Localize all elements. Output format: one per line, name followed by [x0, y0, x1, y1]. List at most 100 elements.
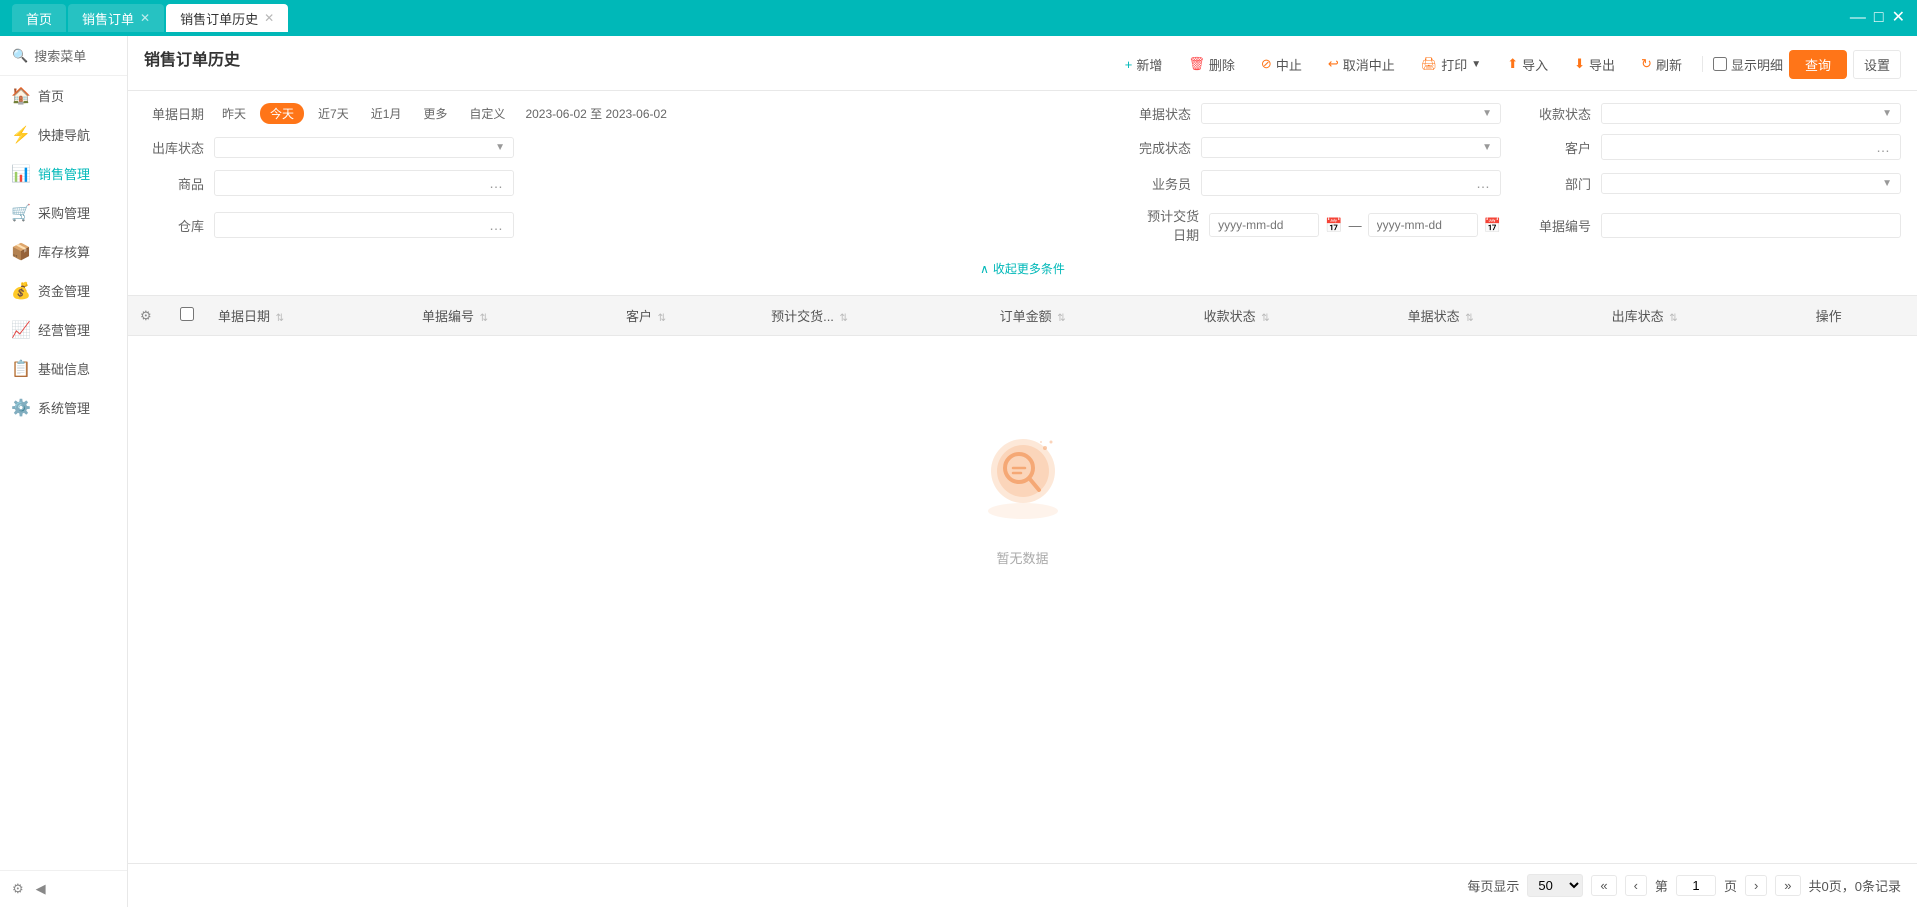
chevron-down-out-icon: ▼ [495, 142, 505, 153]
refresh-button[interactable]: ↻ 刷新 [1631, 51, 1692, 78]
page-size-select[interactable]: 50 10 20 100 [1527, 874, 1583, 897]
sidebar-item-home[interactable]: 🏠 首页 [0, 76, 127, 115]
filter-row-2: 出库状态 ▼ 完成状态 ▼ 客户 … [144, 134, 1901, 160]
expected-date-from[interactable] [1209, 213, 1319, 237]
close-window-button[interactable]: ✕ [1892, 10, 1905, 26]
import-icon: ⬆ [1507, 56, 1518, 72]
expected-date-input: 📅 — 📅 [1209, 213, 1501, 237]
stop-button[interactable]: ⊘ 中止 [1251, 51, 1312, 78]
sidebar-item-operations[interactable]: 📈 经营管理 [0, 310, 127, 349]
query-button[interactable]: 查询 [1789, 50, 1847, 79]
sidebar-item-basic-info[interactable]: 📋 基础信息 [0, 349, 127, 388]
cancel-stop-icon: ↩ [1328, 56, 1339, 72]
dots-icon: … [1876, 139, 1892, 155]
filter-row-1: 单据日期 昨天 今天 近7天 近1月 更多 自定义 2023-06-02 至 2… [144, 103, 1901, 124]
sidebar-item-finance[interactable]: 💰 资金管理 [0, 271, 127, 310]
expected-date-to[interactable] [1368, 213, 1478, 237]
sort-doc-icon[interactable]: ⇅ [1465, 313, 1473, 324]
next-page-btn[interactable]: › [1745, 875, 1767, 896]
refresh-icon: ↻ [1641, 56, 1652, 72]
close-sales-order-history-tab[interactable]: ✕ [264, 11, 274, 25]
delete-button[interactable]: 🗑 删除 [1178, 51, 1245, 78]
delete-icon: 🗑 [1188, 56, 1205, 72]
new-button[interactable]: + 新增 [1115, 51, 1173, 78]
sidebar-item-purchase-mgmt[interactable]: 🛒 采购管理 [0, 193, 127, 232]
warehouse-dots-icon: … [489, 217, 505, 233]
settings-col-icon[interactable]: ⚙ [140, 308, 152, 323]
chevron-down-complete-icon: ▼ [1482, 142, 1492, 153]
calendar-from-icon[interactable]: 📅 [1325, 217, 1342, 234]
last-page-btn[interactable]: » [1775, 875, 1800, 896]
prev-page-btn[interactable]: ‹ [1625, 875, 1647, 896]
warehouse-select[interactable]: … [214, 212, 514, 238]
pagination-bar: 每页显示 50 10 20 100 « ‹ 第 页 › » 共0页，0条记录 [128, 863, 1917, 907]
sort-amount-icon[interactable]: ⇅ [1057, 313, 1065, 324]
customer-select[interactable]: … [1601, 134, 1901, 160]
page-number-input[interactable] [1676, 875, 1716, 896]
salesperson-select[interactable]: … [1201, 170, 1501, 196]
tab-home[interactable]: 首页 [12, 4, 66, 32]
top-bar: 首页 销售订单 ✕ 销售订单历史 ✕ — □ ✕ [0, 0, 1917, 36]
col-out-status: 出库状态 ⇅ [1600, 296, 1804, 336]
plus-icon: + [1125, 57, 1133, 72]
more-btn[interactable]: 更多 [415, 103, 455, 124]
last1m-btn[interactable]: 近1月 [363, 103, 410, 124]
filter-area: 单据日期 昨天 今天 近7天 近1月 更多 自定义 2023-06-02 至 2… [128, 91, 1917, 296]
tab-sales-order[interactable]: 销售订单 ✕ [68, 4, 164, 32]
finance-icon: 💰 [12, 282, 30, 300]
out-status-select[interactable]: ▼ [214, 137, 514, 158]
today-btn[interactable]: 今天 [260, 103, 304, 124]
pay-status-select[interactable]: ▼ [1601, 103, 1901, 124]
tab-sales-order-history[interactable]: 销售订单历史 ✕ [166, 4, 288, 32]
col-expected: 预计交货... ⇅ [759, 296, 988, 336]
page-title: 销售订单历史 [144, 46, 240, 70]
sort-pay-icon[interactable]: ⇅ [1261, 313, 1269, 324]
sort-expected-icon[interactable]: ⇅ [840, 313, 848, 324]
col-amount: 订单金额 ⇅ [988, 296, 1192, 336]
first-page-btn[interactable]: « [1591, 875, 1616, 896]
export-button[interactable]: ⬇ 导出 [1564, 51, 1625, 78]
maximize-button[interactable]: □ [1874, 10, 1884, 26]
home-icon: 🏠 [12, 87, 30, 105]
yesterday-btn[interactable]: 昨天 [214, 103, 254, 124]
sidebar-item-sys-mgmt[interactable]: ⚙️ 系统管理 [0, 388, 127, 427]
close-sales-order-tab[interactable]: ✕ [140, 11, 150, 25]
sort-date-icon[interactable]: ⇅ [276, 313, 284, 324]
sidebar-search[interactable]: 🔍 搜索菜单 [0, 36, 127, 76]
collapse-filter-btn[interactable]: ∧ 收起更多条件 [144, 254, 1901, 283]
sidebar-item-quick-nav[interactable]: ⚡ 快捷导航 [0, 115, 127, 154]
import-button[interactable]: ⬆ 导入 [1497, 51, 1558, 78]
sidebar-item-inventory[interactable]: 📦 库存核算 [0, 232, 127, 271]
print-button[interactable]: 🖨 打印 ▼ [1411, 51, 1491, 78]
sort-out-icon[interactable]: ⇅ [1669, 313, 1677, 324]
select-all-checkbox[interactable] [180, 307, 194, 321]
search-icon: 🔍 [12, 48, 28, 64]
last7-btn[interactable]: 近7天 [310, 103, 357, 124]
total-records: 共0页，0条记录 [1809, 876, 1901, 895]
cancel-stop-button[interactable]: ↩ 取消中止 [1318, 51, 1405, 78]
content-area: 销售订单历史 + 新增 🗑 删除 ⊘ 中止 ↩ [128, 36, 1917, 907]
minimize-button[interactable]: — [1850, 10, 1866, 26]
settings-footer-icon[interactable]: ⚙ [12, 881, 24, 897]
complete-status-select[interactable]: ▼ [1201, 137, 1501, 158]
custom-btn[interactable]: 自定义 [461, 103, 513, 124]
sort-customer-icon[interactable]: ⇅ [658, 313, 666, 324]
calendar-to-icon[interactable]: 📅 [1484, 217, 1501, 234]
col-date: 单据日期 ⇅ [206, 296, 410, 336]
settings-button[interactable]: 设置 [1853, 50, 1901, 79]
goods-select[interactable]: … [214, 170, 514, 196]
export-icon: ⬇ [1574, 56, 1585, 72]
filter-row-4: 仓库 … 预计交货日期 📅 — 📅 单据编号 [144, 206, 1901, 244]
sort-no-icon[interactable]: ⇅ [480, 313, 488, 324]
order-no-input[interactable] [1601, 213, 1901, 238]
page-unit: 页 [1724, 876, 1737, 895]
sys-mgmt-icon: ⚙️ [12, 399, 30, 417]
sidebar-item-sales-mgmt[interactable]: 📊 销售管理 [0, 154, 127, 193]
collapse-sidebar-icon[interactable]: ◀ [36, 881, 46, 897]
sidebar-footer: ⚙ ◀ [0, 870, 127, 907]
show-detail-checkbox[interactable] [1713, 57, 1727, 71]
col-pay-status: 收款状态 ⇅ [1192, 296, 1396, 336]
dept-select[interactable]: ▼ [1601, 173, 1901, 194]
show-detail-toggle[interactable]: 显示明细 [1713, 55, 1783, 74]
status-select[interactable]: ▼ [1201, 103, 1501, 124]
